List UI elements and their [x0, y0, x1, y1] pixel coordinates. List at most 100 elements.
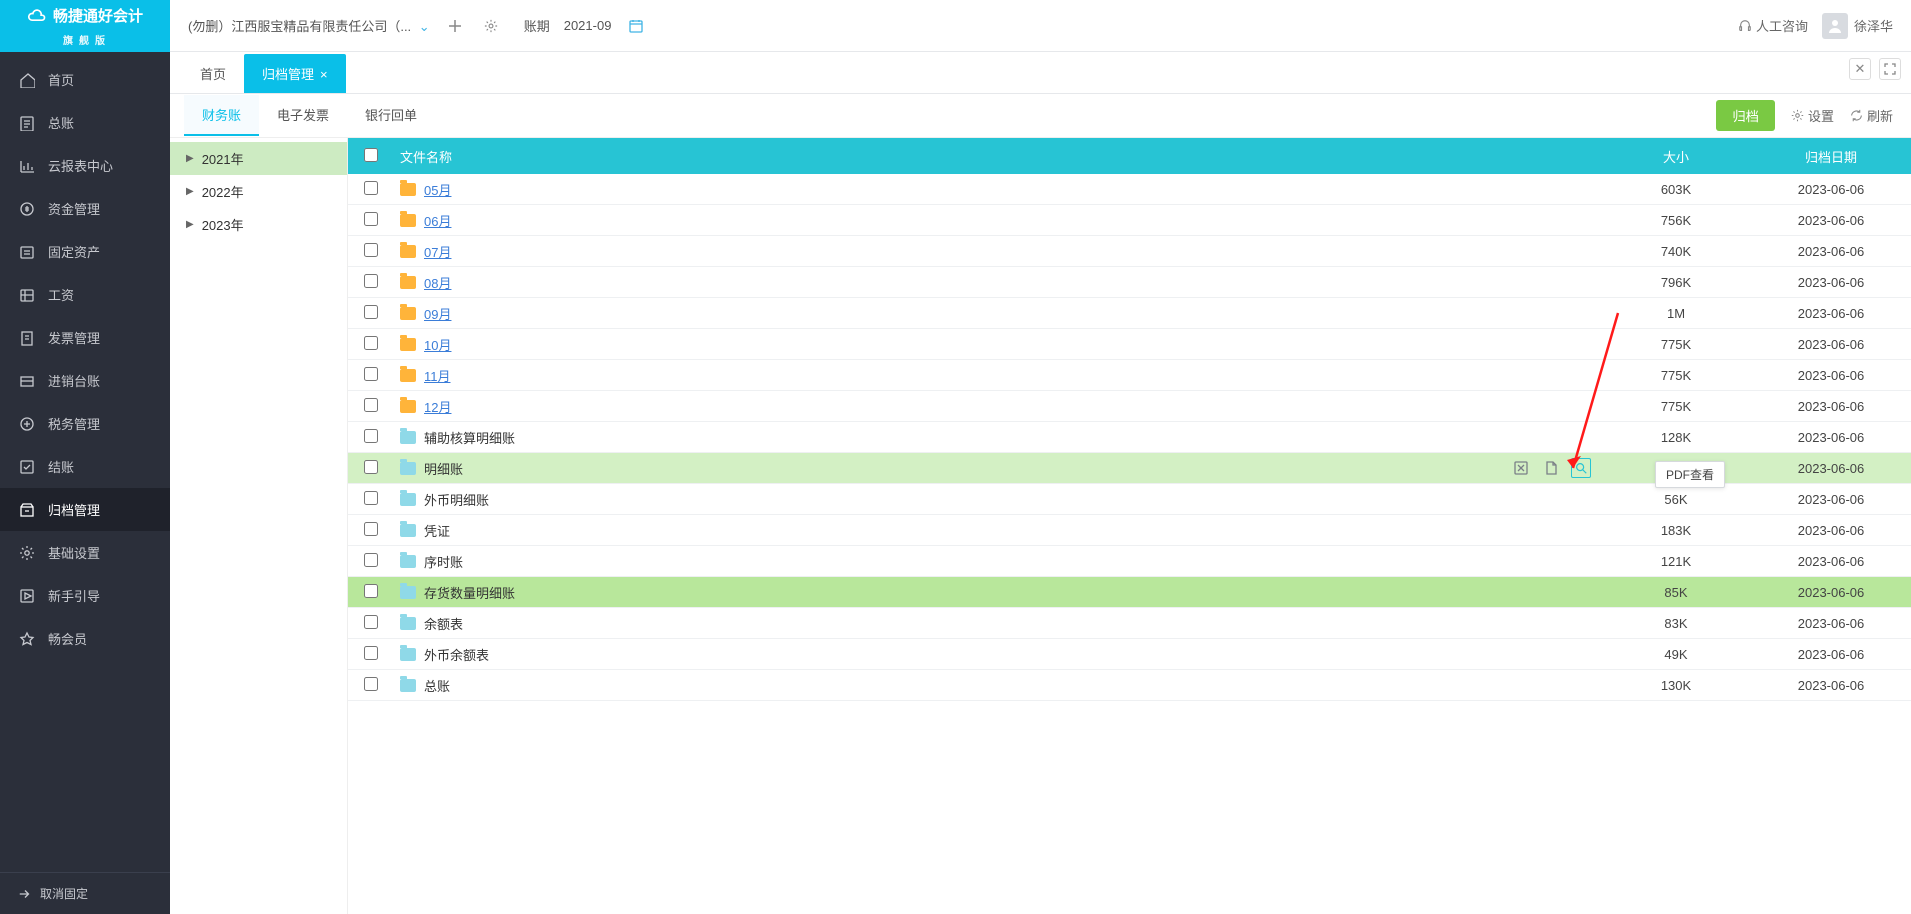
table-row[interactable]: 12月775K2023-06-06 [348, 391, 1911, 422]
file-table: 文件名称 大小 归档日期 05月603K2023-06-0606月756K202… [348, 138, 1911, 914]
row-checkbox[interactable] [364, 398, 378, 412]
refresh-button[interactable]: 刷新 [1850, 106, 1893, 125]
file-name: 辅助核算明细账 [424, 428, 515, 447]
settings-button[interactable]: 设置 [1791, 106, 1834, 125]
sidebar-item-close[interactable]: 结账 [0, 445, 170, 488]
select-all-checkbox[interactable] [364, 148, 378, 162]
invoice-icon [18, 329, 36, 347]
row-checkbox[interactable] [364, 305, 378, 319]
row-checkbox[interactable] [364, 584, 378, 598]
row-checkbox[interactable] [364, 677, 378, 691]
folder-icon [400, 400, 416, 413]
row-checkbox[interactable] [364, 336, 378, 350]
close-icon[interactable]: × [320, 67, 328, 82]
sidebar-item-setting[interactable]: 基础设置 [0, 531, 170, 574]
sidebar-item-label: 首页 [48, 70, 74, 89]
file-link[interactable]: 08月 [424, 273, 451, 292]
row-checkbox[interactable] [364, 181, 378, 195]
download-excel-icon[interactable] [1511, 458, 1531, 478]
sidebar-item-asset[interactable]: 固定资产 [0, 230, 170, 273]
file-link[interactable]: 06月 [424, 211, 451, 230]
sidebar-item-inout[interactable]: 进销台账 [0, 359, 170, 402]
tab-label: 归档管理 [262, 67, 314, 82]
table-row[interactable]: 08月796K2023-06-06 [348, 267, 1911, 298]
table-row[interactable]: 05月603K2023-06-06 [348, 174, 1911, 205]
inner-tab-银行回单[interactable]: 银行回单 [347, 95, 435, 136]
cell-size: 775K [1601, 337, 1751, 352]
row-checkbox[interactable] [364, 615, 378, 629]
user-menu[interactable]: 徐泽华 [1822, 13, 1893, 39]
file-name: 外币明细账 [424, 490, 489, 509]
table-row[interactable]: 10月775K2023-06-06 [348, 329, 1911, 360]
sidebar-item-wage[interactable]: 工资 [0, 273, 170, 316]
archive-button[interactable]: 归档 [1716, 100, 1775, 131]
main: (勿删）江西服宝精品有限责任公司（... ⌄ 账期 2021-09 人工咨询 [170, 0, 1911, 914]
calendar-icon[interactable] [625, 15, 647, 37]
row-checkbox[interactable] [364, 429, 378, 443]
file-link[interactable]: 10月 [424, 335, 451, 354]
add-button[interactable] [444, 15, 466, 37]
row-checkbox[interactable] [364, 274, 378, 288]
file-link[interactable]: 12月 [424, 397, 451, 416]
row-checkbox[interactable] [364, 646, 378, 660]
sidebar-item-home[interactable]: 首页 [0, 58, 170, 101]
table-row[interactable]: 外币余额表49K2023-06-06 [348, 639, 1911, 670]
wage-icon [18, 286, 36, 304]
pdf-view-icon[interactable] [1571, 458, 1591, 478]
sidebar-item-archive[interactable]: 归档管理 [0, 488, 170, 531]
cell-date: 2023-06-06 [1751, 647, 1911, 662]
table-row[interactable]: 07月740K2023-06-06 [348, 236, 1911, 267]
sidebar-pin-toggle[interactable]: 取消固定 [0, 872, 170, 914]
file-name: 外币余额表 [424, 645, 489, 664]
cell-size: 796K [1601, 275, 1751, 290]
gear-icon[interactable] [480, 15, 502, 37]
table-row[interactable]: 存货数量明细账85K2023-06-06 [348, 577, 1911, 608]
table-row[interactable]: 辅助核算明细账128K2023-06-06 [348, 422, 1911, 453]
sidebar-item-guide[interactable]: 新手引导 [0, 574, 170, 617]
guide-icon [18, 587, 36, 605]
logo-title: 畅捷通好会计 [53, 5, 143, 26]
row-checkbox[interactable] [364, 522, 378, 536]
period-value[interactable]: 2021-09 [564, 18, 612, 33]
consult-button[interactable]: 人工咨询 [1738, 16, 1808, 35]
sidebar-item-fund[interactable]: 资金管理 [0, 187, 170, 230]
cell-size: 83K [1601, 616, 1751, 631]
fullscreen-button[interactable] [1879, 58, 1901, 80]
sidebar-item-ledger[interactable]: 总账 [0, 101, 170, 144]
table-row[interactable]: 09月1M2023-06-06 [348, 298, 1911, 329]
row-checkbox[interactable] [364, 553, 378, 567]
tree-item-year[interactable]: ▶2021年 [170, 142, 347, 175]
file-link[interactable]: 05月 [424, 180, 451, 199]
row-checkbox[interactable] [364, 367, 378, 381]
tab-归档管理[interactable]: 归档管理 × [244, 54, 346, 93]
cell-size: 85K [1601, 585, 1751, 600]
sidebar-item-invoice[interactable]: 发票管理 [0, 316, 170, 359]
table-row[interactable]: 总账130K2023-06-06 [348, 670, 1911, 701]
table-row[interactable]: 凭证183K2023-06-06 [348, 515, 1911, 546]
table-row[interactable]: 外币明细账56K2023-06-06 [348, 484, 1911, 515]
file-link[interactable]: 07月 [424, 242, 451, 261]
sidebar-item-chart[interactable]: 云报表中心 [0, 144, 170, 187]
sidebar-item-member[interactable]: 畅会员 [0, 617, 170, 660]
row-checkbox[interactable] [364, 460, 378, 474]
tree-item-year[interactable]: ▶2023年 [170, 208, 347, 241]
company-selector[interactable]: (勿删）江西服宝精品有限责任公司（... ⌄ [188, 16, 430, 35]
inner-tab-电子发票[interactable]: 电子发票 [259, 95, 347, 136]
close-all-tabs-button[interactable]: ✕ [1849, 58, 1871, 80]
file-name: 总账 [424, 676, 450, 695]
chevron-right-icon: ▶ [186, 219, 194, 230]
tree-item-year[interactable]: ▶2022年 [170, 175, 347, 208]
file-link[interactable]: 09月 [424, 304, 451, 323]
download-pdf-icon[interactable] [1541, 458, 1561, 478]
file-link[interactable]: 11月 [424, 366, 451, 385]
table-row[interactable]: 余额表83K2023-06-06 [348, 608, 1911, 639]
table-row[interactable]: 序时账121K2023-06-06 [348, 546, 1911, 577]
row-checkbox[interactable] [364, 491, 378, 505]
row-checkbox[interactable] [364, 212, 378, 226]
table-row[interactable]: 06月756K2023-06-06 [348, 205, 1911, 236]
inner-tab-财务账[interactable]: 财务账 [184, 95, 259, 136]
tab-首页[interactable]: 首页 [182, 54, 244, 93]
sidebar-item-tax[interactable]: 税务管理 [0, 402, 170, 445]
row-checkbox[interactable] [364, 243, 378, 257]
table-row[interactable]: 11月775K2023-06-06 [348, 360, 1911, 391]
